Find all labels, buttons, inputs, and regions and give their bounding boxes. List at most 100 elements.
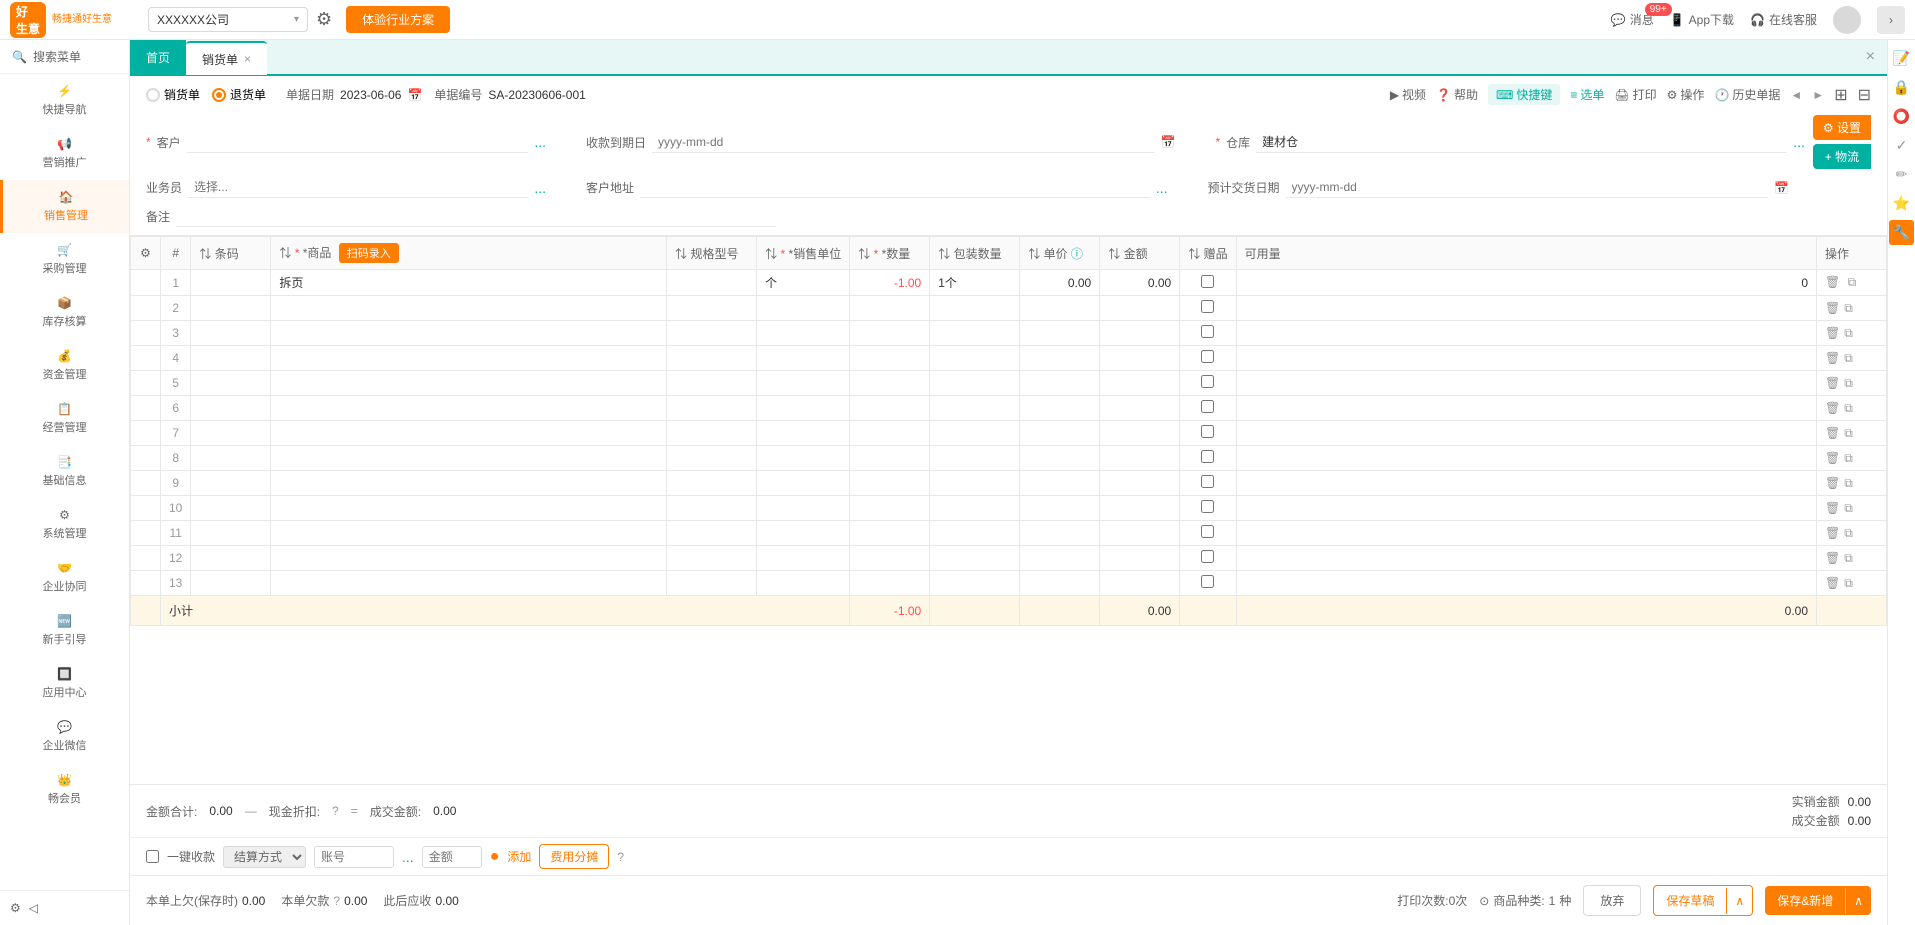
col-settings-header[interactable]: ⚙ <box>131 237 161 270</box>
tab-home[interactable]: 首页 <box>130 40 186 75</box>
sidebar-settings-icon[interactable]: ⚙ <box>10 901 21 915</box>
gift-checkbox-13[interactable] <box>1201 575 1214 588</box>
grid-view-icon[interactable]: ⊞ <box>1834 85 1847 105</box>
copy-icon-5[interactable]: ⧉ <box>1844 376 1853 390</box>
table-settings-icon[interactable]: ⚙ <box>140 246 151 260</box>
delete-icon-13[interactable]: 🗑 <box>1825 576 1840 590</box>
radio-sale-order[interactable]: 销货单 <box>146 86 200 103</box>
date-calendar-icon[interactable]: 📅 <box>407 88 422 102</box>
avatar[interactable] <box>1833 6 1861 34</box>
sidebar-item-purchase[interactable]: 🛒 采购管理 <box>0 233 129 286</box>
right-circle-icon[interactable]: ⭕ <box>1889 104 1914 129</box>
notes-input[interactable] <box>176 206 776 227</box>
copy-icon-13[interactable]: ⧉ <box>1844 576 1853 590</box>
one-click-label[interactable]: 一键收款 <box>167 848 215 865</box>
save-draft-chevron[interactable]: ∧ <box>1726 888 1752 914</box>
gift-checkbox-2[interactable] <box>1201 300 1214 313</box>
salesperson-input[interactable] <box>188 177 528 198</box>
right-edit-icon[interactable]: 📝 <box>1889 46 1914 71</box>
radio-return-order[interactable]: 退货单 <box>212 86 266 103</box>
delete-icon-6[interactable]: 🗑 <box>1825 401 1840 415</box>
fee-help-icon[interactable]: ? <box>617 850 624 864</box>
gift-checkbox-5[interactable] <box>1201 375 1214 388</box>
delete-icon-8[interactable]: 🗑 <box>1825 451 1840 465</box>
delete-icon-2[interactable]: 🗑 <box>1825 301 1840 315</box>
row-amount-1[interactable]: 0.00 <box>1100 270 1180 296</box>
nav-next-icon[interactable]: ► <box>1812 88 1824 102</box>
right-orange-icon[interactable]: 🔧 <box>1889 220 1914 245</box>
sidebar-collapse-icon[interactable]: ◁ <box>29 901 38 915</box>
app-download-button[interactable]: 📱 App下载 <box>1670 11 1734 28</box>
row-qty-1[interactable]: -1.00 <box>850 270 930 296</box>
save-draft-button[interactable]: 保存草稿 ∧ <box>1653 885 1753 916</box>
copy-icon-3[interactable]: ⧉ <box>1844 326 1853 340</box>
warehouse-dots-btn[interactable]: ... <box>1793 134 1805 150</box>
sidebar-item-member[interactable]: 👑 畅会员 <box>0 763 129 816</box>
operation-btn[interactable]: ⚙ 操作 <box>1667 86 1705 103</box>
save-new-button[interactable]: 保存&新增 ∧ <box>1765 886 1871 915</box>
gift-checkbox-6[interactable] <box>1201 400 1214 413</box>
calc-method-select[interactable]: 结算方式 <box>223 846 306 868</box>
copy-icon-10[interactable]: ⧉ <box>1844 501 1853 515</box>
right-lock-icon[interactable]: 🔒 <box>1889 75 1914 100</box>
print-btn[interactable]: 🖨 打印 <box>1614 86 1656 103</box>
sidebar-item-app-center[interactable]: 🔲 应用中心 <box>0 657 129 710</box>
delete-icon-7[interactable]: 🗑 <box>1825 426 1840 440</box>
company-selector[interactable]: XXXXXX公司 ▾ <box>148 7 308 32</box>
history-btn[interactable]: 🕐 历史单据 <box>1714 86 1780 103</box>
payment-calendar-icon[interactable]: 📅 <box>1161 135 1176 149</box>
right-check-icon[interactable]: ✓ <box>1892 133 1912 158</box>
copy-icon-7[interactable]: ⧉ <box>1844 426 1853 440</box>
logistics-button[interactable]: + 物流 <box>1813 144 1871 169</box>
select-btn[interactable]: ≡ 选单 <box>1570 86 1604 103</box>
copy-icon-4[interactable]: ⧉ <box>1844 351 1853 365</box>
account-input[interactable] <box>314 846 394 868</box>
delete-icon-3[interactable]: 🗑 <box>1825 326 1840 340</box>
delete-icon-12[interactable]: 🗑 <box>1825 551 1840 565</box>
tab-close-icon[interactable]: × <box>244 52 251 66</box>
help-btn[interactable]: ❓ 帮助 <box>1436 86 1478 103</box>
fee-split-button[interactable]: 费用分摊 <box>539 844 609 869</box>
sidebar-item-sales[interactable]: 🏠 销售管理 <box>0 180 129 233</box>
gift-checkbox-7[interactable] <box>1201 425 1214 438</box>
list-view-icon[interactable]: ⊟ <box>1858 85 1871 105</box>
add-icon[interactable]: ● <box>490 848 500 866</box>
row-unit-1[interactable]: 个 <box>757 270 850 296</box>
warehouse-input[interactable] <box>1256 132 1787 153</box>
sidebar-item-basic-info[interactable]: 📑 基础信息 <box>0 445 129 498</box>
gift-checkbox-12[interactable] <box>1201 550 1214 563</box>
salesperson-dots-btn[interactable]: ... <box>534 180 546 196</box>
sidebar-search[interactable]: 🔍 搜索菜单 <box>0 40 129 74</box>
message-button[interactable]: 💬 消息 99+ <box>1611 11 1654 28</box>
sidebar-item-marketing[interactable]: 📢 营销推广 <box>0 127 129 180</box>
trial-button[interactable]: 体验行业方案 <box>346 6 450 33</box>
account-dots-btn[interactable]: ... <box>402 849 414 865</box>
price-info-icon[interactable]: ⓘ <box>1071 247 1083 261</box>
copy-icon-11[interactable]: ⧉ <box>1844 526 1853 540</box>
copy-icon-12[interactable]: ⧉ <box>1844 551 1853 565</box>
gift-checkbox-3[interactable] <box>1201 325 1214 338</box>
delete-icon-4[interactable]: 🗑 <box>1825 351 1840 365</box>
setup-button[interactable]: ⚙ 设置 <box>1813 115 1871 140</box>
abandon-button[interactable]: 放弃 <box>1583 885 1641 916</box>
add-label[interactable]: 添加 <box>507 848 531 865</box>
customer-addr-input[interactable] <box>640 177 1150 198</box>
right-pencil-icon[interactable]: ✏ <box>1892 162 1912 187</box>
row-product-1[interactable]: 拆页 <box>271 270 667 296</box>
sidebar-item-wechat[interactable]: 💬 企业微信 <box>0 710 129 763</box>
help-circle-icon[interactable]: ? <box>332 804 339 818</box>
sidebar-item-enterprise[interactable]: 🤝 企业协同 <box>0 551 129 604</box>
gift-checkbox-10[interactable] <box>1201 500 1214 513</box>
copy-icon-6[interactable]: ⧉ <box>1844 401 1853 415</box>
row-spec-1[interactable] <box>667 270 757 296</box>
addr-dots-btn[interactable]: ... <box>1156 180 1168 196</box>
save-new-chevron[interactable]: ∧ <box>1845 888 1871 914</box>
sidebar-item-finance[interactable]: 💰 资金管理 <box>0 339 129 392</box>
sidebar-item-quick-nav[interactable]: ⚡ 快捷导航 <box>0 74 129 127</box>
one-click-checkbox[interactable] <box>146 850 159 863</box>
copy-icon-1[interactable]: ⧉ <box>1848 275 1857 289</box>
delete-icon-11[interactable]: 🗑 <box>1825 526 1840 540</box>
online-service-button[interactable]: 🎧 在线客服 <box>1750 11 1817 28</box>
amount-input[interactable] <box>422 846 482 868</box>
expected-calendar-icon[interactable]: 📅 <box>1774 181 1789 195</box>
